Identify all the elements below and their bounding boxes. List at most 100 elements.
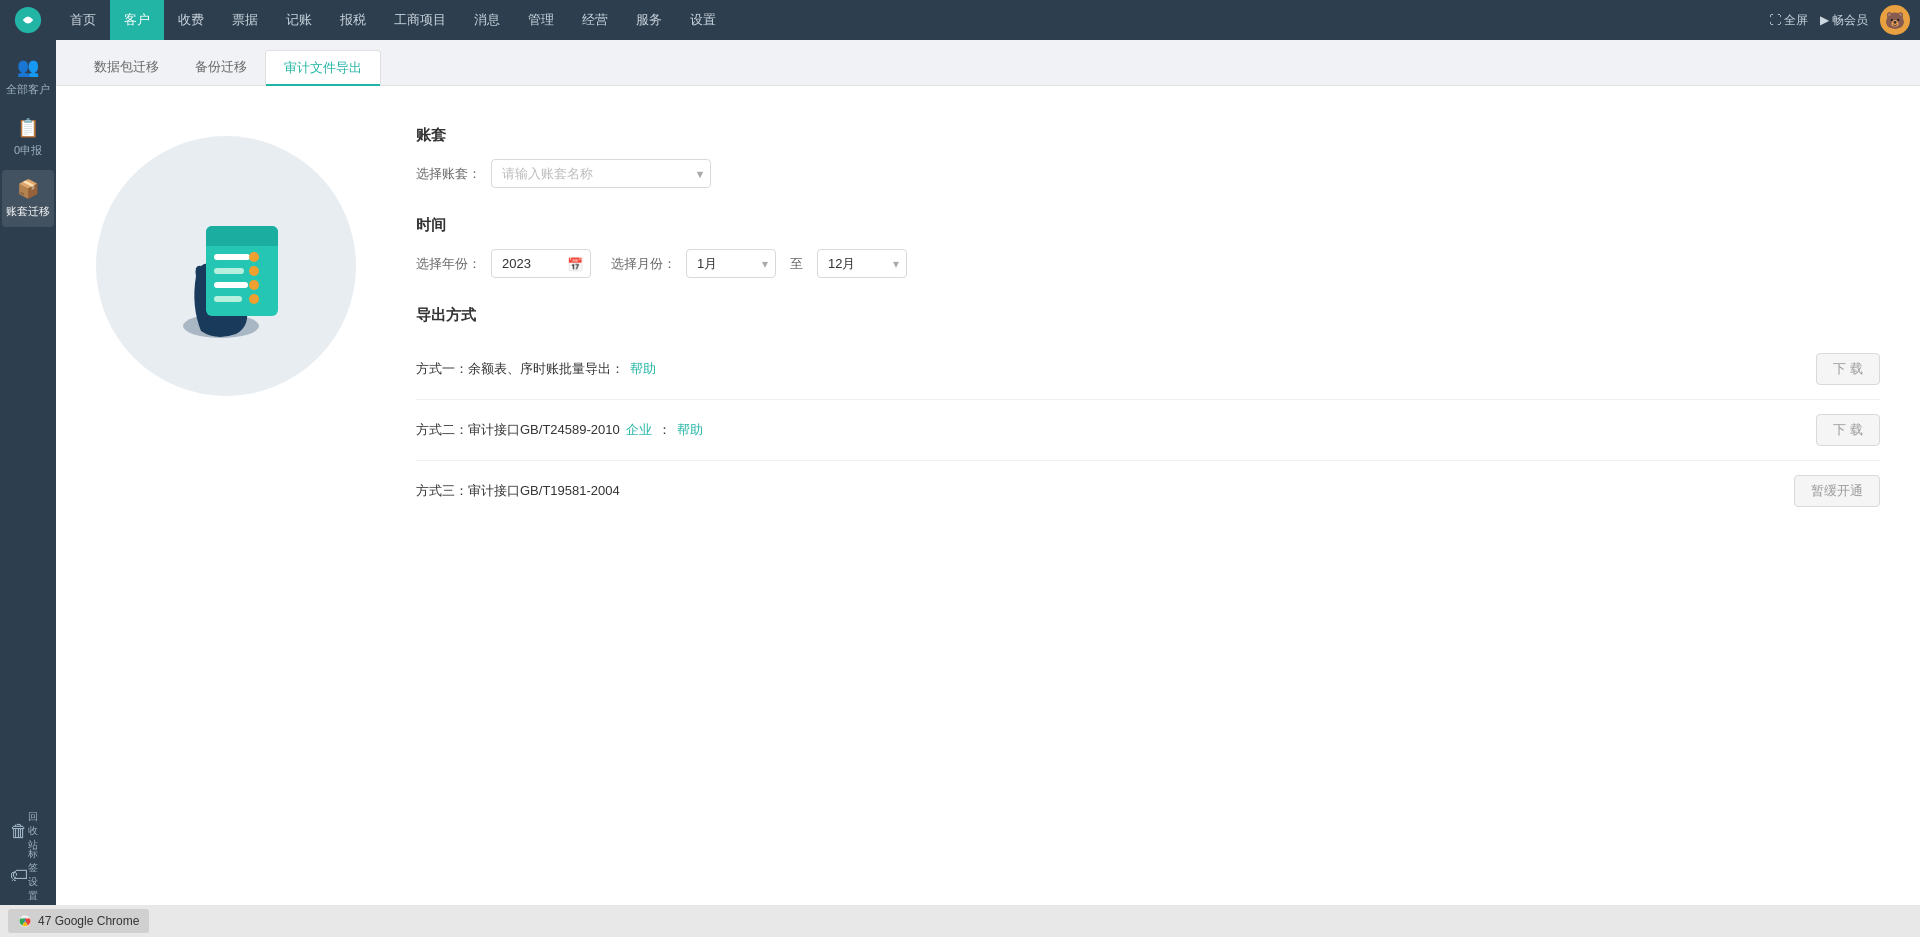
recycle-icon: 🗑: [10, 821, 28, 842]
tab-backup-migration[interactable]: 备份迁移: [177, 49, 265, 85]
sidebar-item-migration[interactable]: 📦 账套迁移: [2, 170, 54, 227]
export-method-2-help[interactable]: 帮助: [677, 421, 703, 439]
nav-settings[interactable]: 设置: [676, 0, 730, 40]
tag-label: 标签设置: [28, 847, 46, 903]
zero-declare-icon: 📋: [17, 117, 39, 139]
nav-bizproject[interactable]: 工商项目: [380, 0, 460, 40]
month-end-wrapper: 1月2月3月4月 5月6月7月8月 9月10月11月 12月: [817, 249, 907, 278]
month-end-select[interactable]: 1月2月3月4月 5月6月7月8月 9月10月11月 12月: [817, 249, 907, 278]
nav-message[interactable]: 消息: [460, 0, 514, 40]
chrome-icon: [18, 914, 32, 928]
tab-audit-export[interactable]: 审计文件导出: [265, 50, 381, 86]
content-area: 数据包迁移 备份迁移 审计文件导出: [56, 40, 1920, 905]
nav-service[interactable]: 服务: [622, 0, 676, 40]
illustration-svg: [146, 176, 306, 356]
year-input[interactable]: [491, 249, 591, 278]
accounts-select-wrapper: ▾: [491, 159, 711, 188]
export-row-2: 方式二：审计接口GB/T24589-2010 企业 ： 帮助 下 载: [416, 400, 1880, 461]
recycle-label: 回收站: [28, 810, 46, 852]
export-method-2-company[interactable]: 企业: [626, 421, 652, 439]
time-section: 时间 选择年份： 📅 选择月份： 1月2月3月4月 5月6月7月8月: [416, 216, 1880, 278]
fullscreen-button[interactable]: ⛶ 全屏: [1769, 12, 1808, 29]
sidebar-label-migration: 账套迁移: [6, 204, 50, 219]
sidebar: 👥 全部客户 📋 0申报 📦 账套迁移 🗑 回收站 🏷 标签设置: [0, 40, 56, 905]
accounts-section-title: 账套: [416, 126, 1880, 145]
svg-point-9: [249, 252, 259, 262]
nav-fee[interactable]: 收费: [164, 0, 218, 40]
sidebar-item-tag-settings[interactable]: 🏷 标签设置: [10, 857, 46, 893]
svg-point-10: [249, 266, 259, 276]
vip-button[interactable]: ▶ 畅会员: [1820, 12, 1868, 29]
svg-point-12: [249, 294, 259, 304]
logo: [10, 2, 46, 38]
export-row-2-text: 方式二：审计接口GB/T24589-2010 企业 ： 帮助: [416, 421, 703, 439]
export-row-1-text: 方式一：余额表、序时账批量导出： 帮助: [416, 360, 656, 378]
sidebar-item-zero-declare[interactable]: 📋 0申报: [2, 109, 54, 166]
nav-manage[interactable]: 管理: [514, 0, 568, 40]
export-method-1-help[interactable]: 帮助: [630, 360, 656, 378]
export-method-2-colon: ：: [658, 421, 671, 439]
accounts-input[interactable]: [491, 159, 711, 188]
nav-invoice[interactable]: 票据: [218, 0, 272, 40]
tab-data-migration[interactable]: 数据包迁移: [76, 49, 177, 85]
accounts-label: 选择账套：: [416, 165, 481, 183]
fullscreen-label: 全屏: [1784, 12, 1808, 29]
export-method-1-label: 方式一：余额表、序时账批量导出：: [416, 360, 624, 378]
export-method-3-open-btn[interactable]: 暂缓开通: [1794, 475, 1880, 507]
svg-point-11: [249, 280, 259, 290]
sidebar-item-all-customers[interactable]: 👥 全部客户: [2, 48, 54, 105]
svg-rect-7: [214, 282, 248, 288]
migration-icon: 📦: [17, 178, 39, 200]
main-layout: 👥 全部客户 📋 0申报 📦 账套迁移 🗑 回收站 🏷 标签设置 数据包迁移: [0, 40, 1920, 905]
nav-items: 首页 客户 收费 票据 记账 报税 工商项目 消息 管理 经营 服务 设置: [56, 0, 1769, 40]
export-method-2-download-btn[interactable]: 下 载: [1816, 414, 1880, 446]
top-nav-right: ⛶ 全屏 ▶ 畅会员 🐻: [1769, 5, 1910, 35]
taskbar-chrome-item[interactable]: 47 Google Chrome: [8, 909, 149, 933]
sidebar-label-zero-declare: 0申报: [14, 143, 42, 158]
all-customers-icon: 👥: [17, 56, 39, 78]
export-section: 导出方式 方式一：余额表、序时账批量导出： 帮助 下 载 方式二：审计接口GB/…: [416, 306, 1880, 521]
time-form-row: 选择年份： 📅 选择月份： 1月2月3月4月 5月6月7月8月 9月10月11月…: [416, 249, 1880, 278]
vip-icon: ▶: [1820, 13, 1829, 27]
accounts-form-row: 选择账套： ▾: [416, 159, 1880, 188]
nav-bookkeeping[interactable]: 记账: [272, 0, 326, 40]
nav-customer[interactable]: 客户: [110, 0, 164, 40]
month-start-select[interactable]: 1月2月3月4月 5月6月7月8月 9月10月11月12月: [686, 249, 776, 278]
vip-label: 畅会员: [1832, 12, 1868, 29]
sidebar-label-all-customers: 全部客户: [6, 82, 50, 97]
nav-home[interactable]: 首页: [56, 0, 110, 40]
nav-operate[interactable]: 经营: [568, 0, 622, 40]
export-row-3: 方式三：审计接口GB/T19581-2004 暂缓开通: [416, 461, 1880, 521]
month-label: 选择月份：: [611, 255, 676, 273]
sidebar-item-recycle[interactable]: 🗑 回收站: [10, 813, 46, 849]
nav-tax[interactable]: 报税: [326, 0, 380, 40]
time-section-title: 时间: [416, 216, 1880, 235]
svg-rect-5: [214, 254, 250, 260]
illustration-circle: [96, 136, 356, 396]
year-label: 选择年份：: [416, 255, 481, 273]
export-method-1-download-btn[interactable]: 下 载: [1816, 353, 1880, 385]
export-method-3-label: 方式三：审计接口GB/T19581-2004: [416, 482, 620, 500]
fullscreen-icon: ⛶: [1769, 13, 1781, 27]
export-section-title: 导出方式: [416, 306, 1880, 325]
month-start-wrapper: 1月2月3月4月 5月6月7月8月 9月10月11月12月: [686, 249, 776, 278]
taskbar: 47 Google Chrome: [0, 905, 1920, 937]
accounts-section: 账套 选择账套： ▾: [416, 126, 1880, 188]
svg-rect-4: [206, 240, 278, 246]
time-separator: 至: [790, 255, 803, 273]
svg-rect-8: [214, 296, 242, 302]
taskbar-chrome-label: 47 Google Chrome: [38, 914, 139, 928]
form-area: 账套 选择账套： ▾ 时间 选择年份：: [416, 116, 1880, 875]
tag-icon: 🏷: [10, 865, 28, 886]
avatar[interactable]: 🐻: [1880, 5, 1910, 35]
export-row-3-text: 方式三：审计接口GB/T19581-2004: [416, 482, 620, 500]
svg-rect-6: [214, 268, 244, 274]
tabs-bar: 数据包迁移 备份迁移 审计文件导出: [56, 40, 1920, 86]
sidebar-bottom: 🗑 回收站 🏷 标签设置: [10, 813, 46, 905]
export-method-2-label: 方式二：审计接口GB/T24589-2010: [416, 421, 620, 439]
illustration-area: [96, 116, 356, 875]
page-content: 账套 选择账套： ▾ 时间 选择年份：: [56, 86, 1920, 905]
year-input-wrapper: 📅: [491, 249, 591, 278]
top-nav: 首页 客户 收费 票据 记账 报税 工商项目 消息 管理 经营 服务 设置 ⛶ …: [0, 0, 1920, 40]
export-row-1: 方式一：余额表、序时账批量导出： 帮助 下 载: [416, 339, 1880, 400]
